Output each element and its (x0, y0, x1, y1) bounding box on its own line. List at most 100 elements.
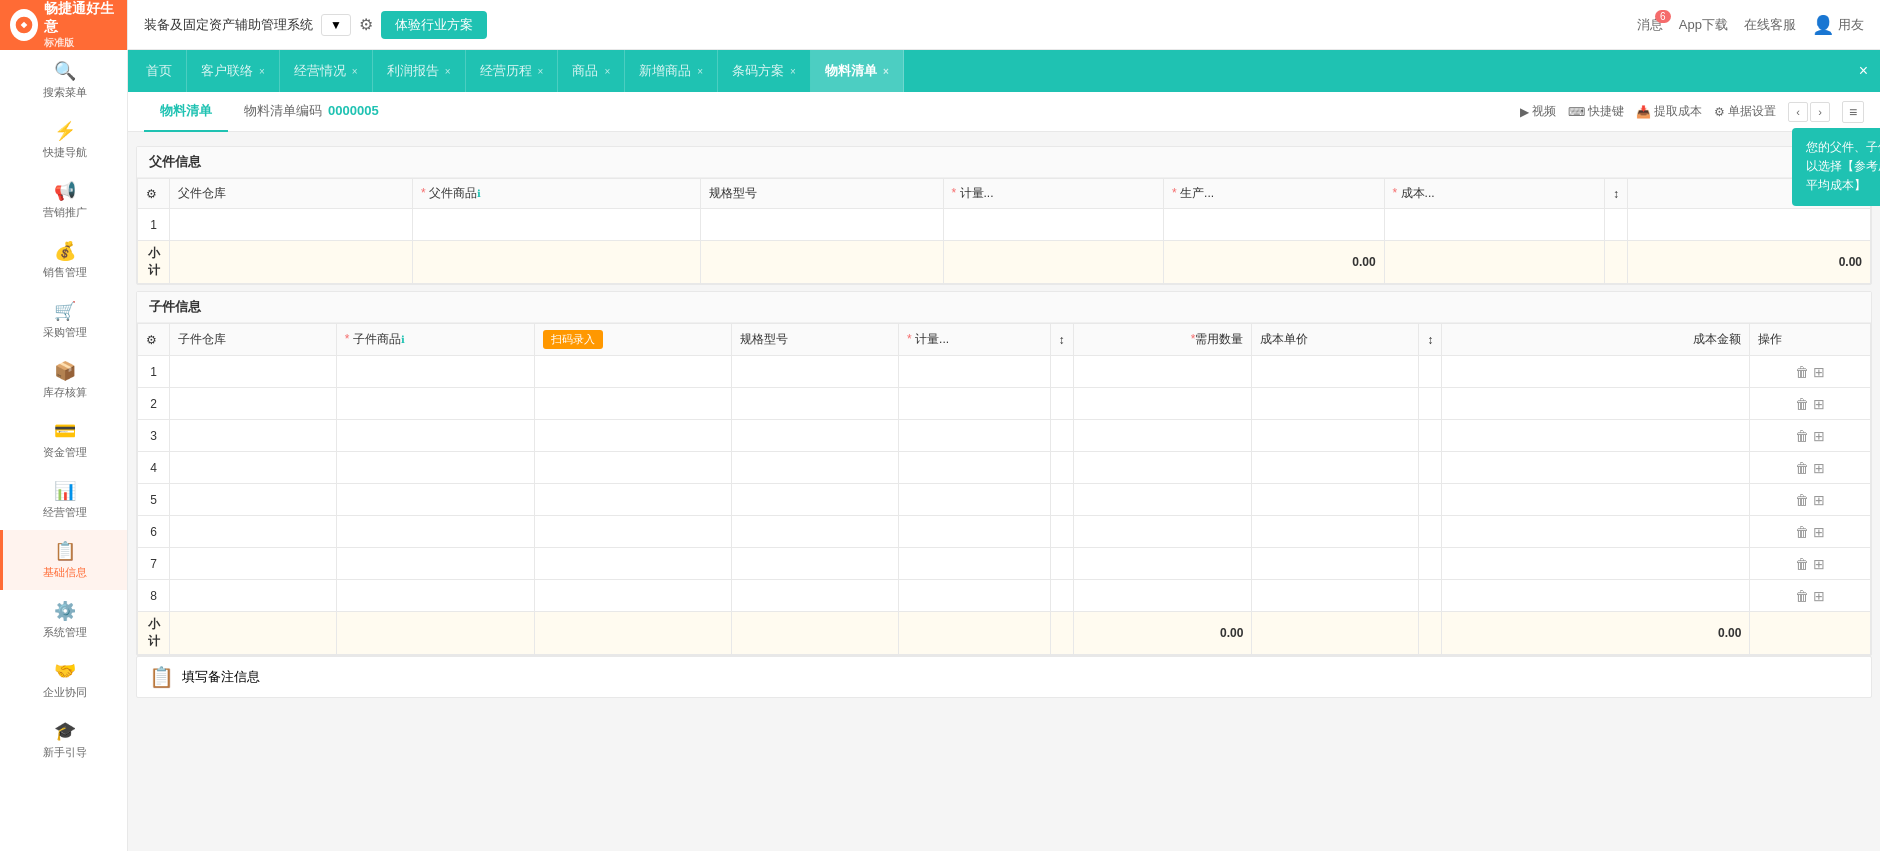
child-row2-unit[interactable] (899, 388, 1050, 420)
parent-row-warehouse[interactable] (170, 209, 413, 241)
bottom-bar-text[interactable]: 填写备注信息 (182, 668, 260, 686)
child-row6-delete-button[interactable]: 🗑 (1795, 524, 1809, 540)
grid-view-button[interactable]: ≡ (1842, 101, 1864, 123)
child-row2-spec[interactable] (732, 388, 899, 420)
sidebar-item-marketing[interactable]: 📢 营销推广 (0, 170, 127, 230)
parent-row-production[interactable] (1164, 209, 1385, 241)
child-row2-qty[interactable] (1073, 388, 1252, 420)
extract-cost-button[interactable]: 📥 提取成本 (1636, 103, 1702, 120)
sidebar-item-enterprise[interactable]: 🤝 企业协同 (0, 650, 127, 710)
tab-customer[interactable]: 客户联络 × (187, 50, 280, 92)
parent-row-unit[interactable] (943, 209, 1164, 241)
child-row4-product[interactable] (336, 452, 534, 484)
child-row4-qty[interactable] (1073, 452, 1252, 484)
child-row5-unit[interactable] (899, 484, 1050, 516)
tab-add-product[interactable]: 新增商品 × (625, 50, 718, 92)
child-row3-product[interactable] (336, 420, 534, 452)
child-row8-unit[interactable] (899, 580, 1050, 612)
child-col-scan[interactable]: 扫码录入 (534, 324, 732, 356)
child-row7-spec[interactable] (732, 548, 899, 580)
experience-button[interactable]: 体验行业方案 (381, 11, 487, 39)
child-row6-unit-cost[interactable] (1252, 516, 1419, 548)
child-row5-copy-button[interactable]: ⊞ (1813, 492, 1825, 508)
child-row8-spec[interactable] (732, 580, 899, 612)
tab-product[interactable]: 商品 × (558, 50, 625, 92)
child-row8-copy-button[interactable]: ⊞ (1813, 588, 1825, 604)
child-row8-unit-cost[interactable] (1252, 580, 1419, 612)
child-row2-product[interactable] (336, 388, 534, 420)
tab-bom-close[interactable]: × (883, 66, 889, 77)
child-row3-spec[interactable] (732, 420, 899, 452)
child-row3-delete-button[interactable]: 🗑 (1795, 428, 1809, 444)
close-all-tabs-button[interactable]: × (1851, 62, 1876, 80)
child-row2-amount[interactable] (1442, 388, 1750, 420)
child-row6-qty[interactable] (1073, 516, 1252, 548)
child-row4-delete-button[interactable]: 🗑 (1795, 460, 1809, 476)
tab-profit[interactable]: 利润报告 × (373, 50, 466, 92)
child-row7-warehouse[interactable] (170, 548, 337, 580)
child-row5-amount[interactable] (1442, 484, 1750, 516)
child-row6-copy-button[interactable]: ⊞ (1813, 524, 1825, 540)
child-row3-unit-cost[interactable] (1252, 420, 1419, 452)
sidebar-item-finance[interactable]: 💳 资金管理 (0, 410, 127, 470)
child-row5-spec[interactable] (732, 484, 899, 516)
child-row1-product[interactable] (336, 356, 534, 388)
parent-row-cost[interactable] (1384, 209, 1605, 241)
child-row6-product[interactable] (336, 516, 534, 548)
child-row4-warehouse[interactable] (170, 452, 337, 484)
child-row5-product[interactable] (336, 484, 534, 516)
child-row5-unit-cost[interactable] (1252, 484, 1419, 516)
system-dropdown-button[interactable]: ▼ (321, 14, 351, 36)
child-row6-amount[interactable] (1442, 516, 1750, 548)
child-row8-amount[interactable] (1442, 580, 1750, 612)
tab-history[interactable]: 经营历程 × (466, 50, 559, 92)
parent-row-spec[interactable] (700, 209, 943, 241)
child-row2-copy-button[interactable]: ⊞ (1813, 396, 1825, 412)
sidebar-item-quick-nav[interactable]: ⚡ 快捷导航 (0, 110, 127, 170)
child-row7-unit-cost[interactable] (1252, 548, 1419, 580)
tab-product-close[interactable]: × (604, 66, 610, 77)
child-row2-warehouse[interactable] (170, 388, 337, 420)
child-row3-unit[interactable] (899, 420, 1050, 452)
child-row5-qty[interactable] (1073, 484, 1252, 516)
sub-tab-bom-list[interactable]: 物料清单 (144, 92, 228, 132)
child-row7-product[interactable] (336, 548, 534, 580)
tab-bom[interactable]: 物料清单 × (811, 50, 904, 92)
child-row7-amount[interactable] (1442, 548, 1750, 580)
sidebar-item-purchase[interactable]: 🛒 采购管理 (0, 290, 127, 350)
child-row7-delete-button[interactable]: 🗑 (1795, 556, 1809, 572)
sidebar-item-system[interactable]: ⚙️ 系统管理 (0, 590, 127, 650)
shortcut-button[interactable]: ⌨ 快捷键 (1568, 103, 1624, 120)
parent-col-gear[interactable]: ⚙ (138, 179, 170, 209)
child-row1-copy-button[interactable]: ⊞ (1813, 364, 1825, 380)
child-row8-qty[interactable] (1073, 580, 1252, 612)
child-row8-warehouse[interactable] (170, 580, 337, 612)
child-col-gear[interactable]: ⚙ (138, 324, 170, 356)
scan-input-button[interactable]: 扫码录入 (543, 330, 603, 349)
child-row3-copy-button[interactable]: ⊞ (1813, 428, 1825, 444)
child-row7-unit[interactable] (899, 548, 1050, 580)
tab-add-product-close[interactable]: × (697, 66, 703, 77)
view-video-button[interactable]: ▶ 视频 (1520, 103, 1556, 120)
child-row1-spec[interactable] (732, 356, 899, 388)
single-settings-button[interactable]: ⚙ 单据设置 (1714, 103, 1776, 120)
child-row1-delete-button[interactable]: 🗑 (1795, 364, 1809, 380)
app-download-button[interactable]: App下载 (1679, 16, 1728, 34)
child-row1-unit[interactable] (899, 356, 1050, 388)
sidebar-item-guide[interactable]: 🎓 新手引导 (0, 710, 127, 770)
child-row3-warehouse[interactable] (170, 420, 337, 452)
child-row8-delete-button[interactable]: 🗑 (1795, 588, 1809, 604)
tab-history-close[interactable]: × (538, 66, 544, 77)
child-row5-delete-button[interactable]: 🗑 (1795, 492, 1809, 508)
tab-barcode[interactable]: 条码方案 × (718, 50, 811, 92)
prev-arrow-button[interactable]: ‹ (1788, 102, 1808, 122)
child-row1-amount[interactable] (1442, 356, 1750, 388)
tab-barcode-close[interactable]: × (790, 66, 796, 77)
tab-profit-close[interactable]: × (445, 66, 451, 77)
child-row4-copy-button[interactable]: ⊞ (1813, 460, 1825, 476)
tab-home[interactable]: 首页 (132, 50, 187, 92)
child-row4-unit-cost[interactable] (1252, 452, 1419, 484)
child-row2-delete-button[interactable]: 🗑 (1795, 396, 1809, 412)
child-row7-copy-button[interactable]: ⊞ (1813, 556, 1825, 572)
sidebar-item-operations[interactable]: 📊 经营管理 (0, 470, 127, 530)
